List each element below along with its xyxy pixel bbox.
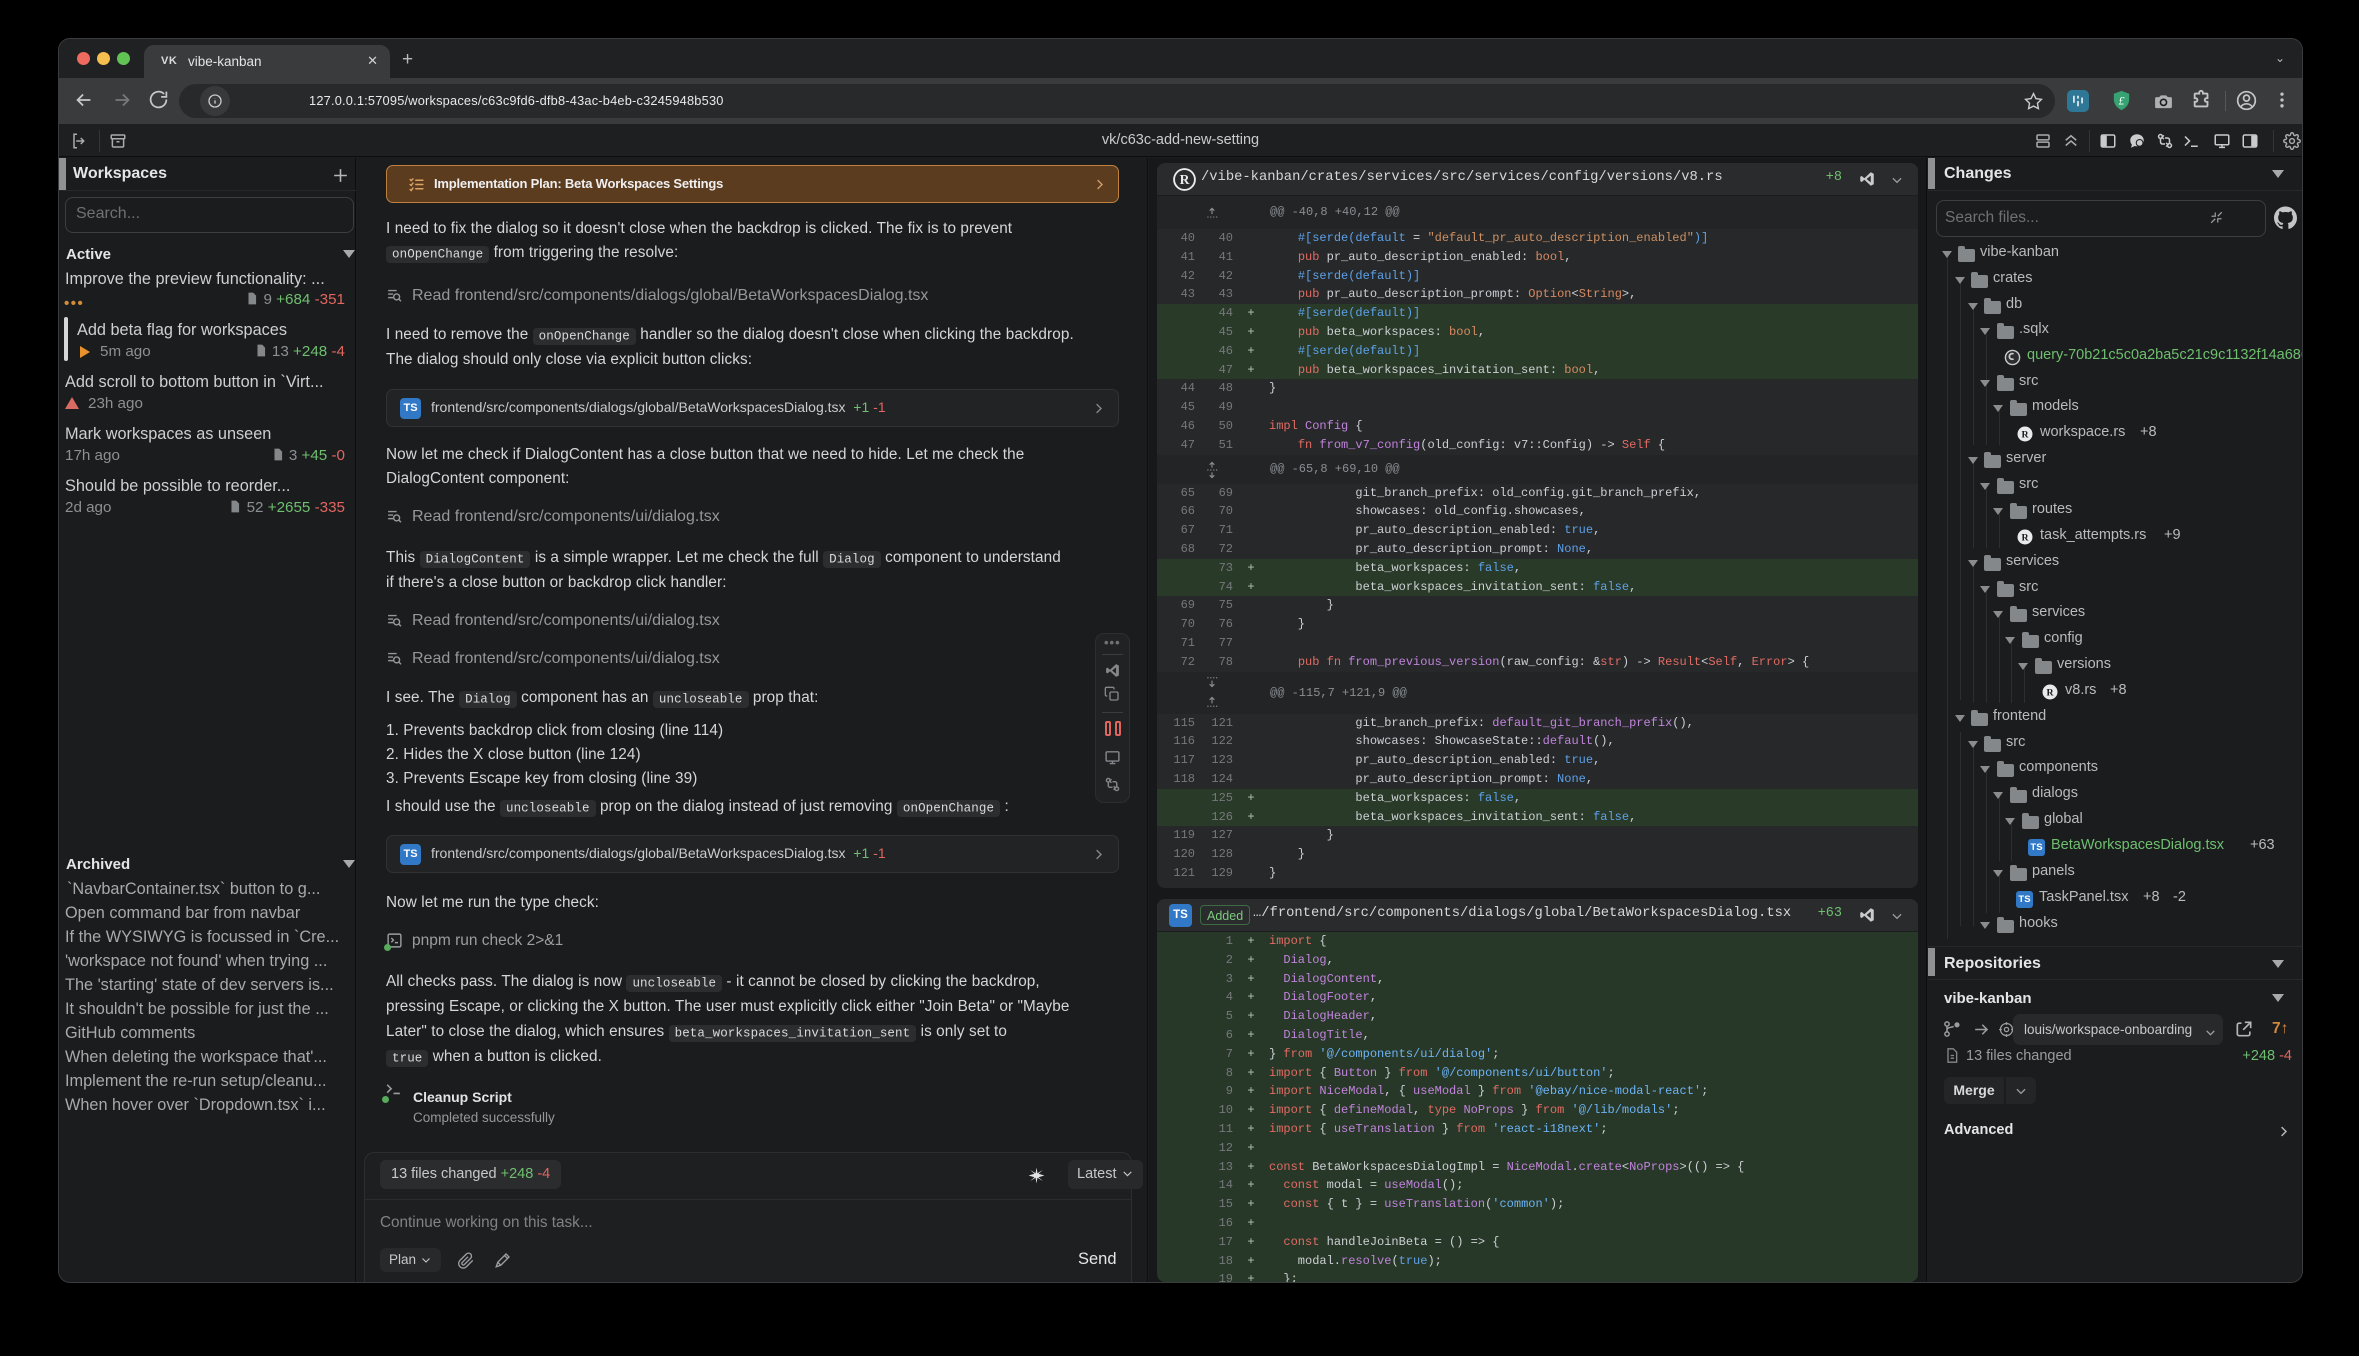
svg-text:R: R xyxy=(2021,532,2029,543)
svg-text:£: £ xyxy=(2119,95,2125,107)
svg-text:R: R xyxy=(1180,172,1190,187)
svg-text:R: R xyxy=(2021,429,2029,440)
svg-text:R: R xyxy=(2046,687,2054,698)
